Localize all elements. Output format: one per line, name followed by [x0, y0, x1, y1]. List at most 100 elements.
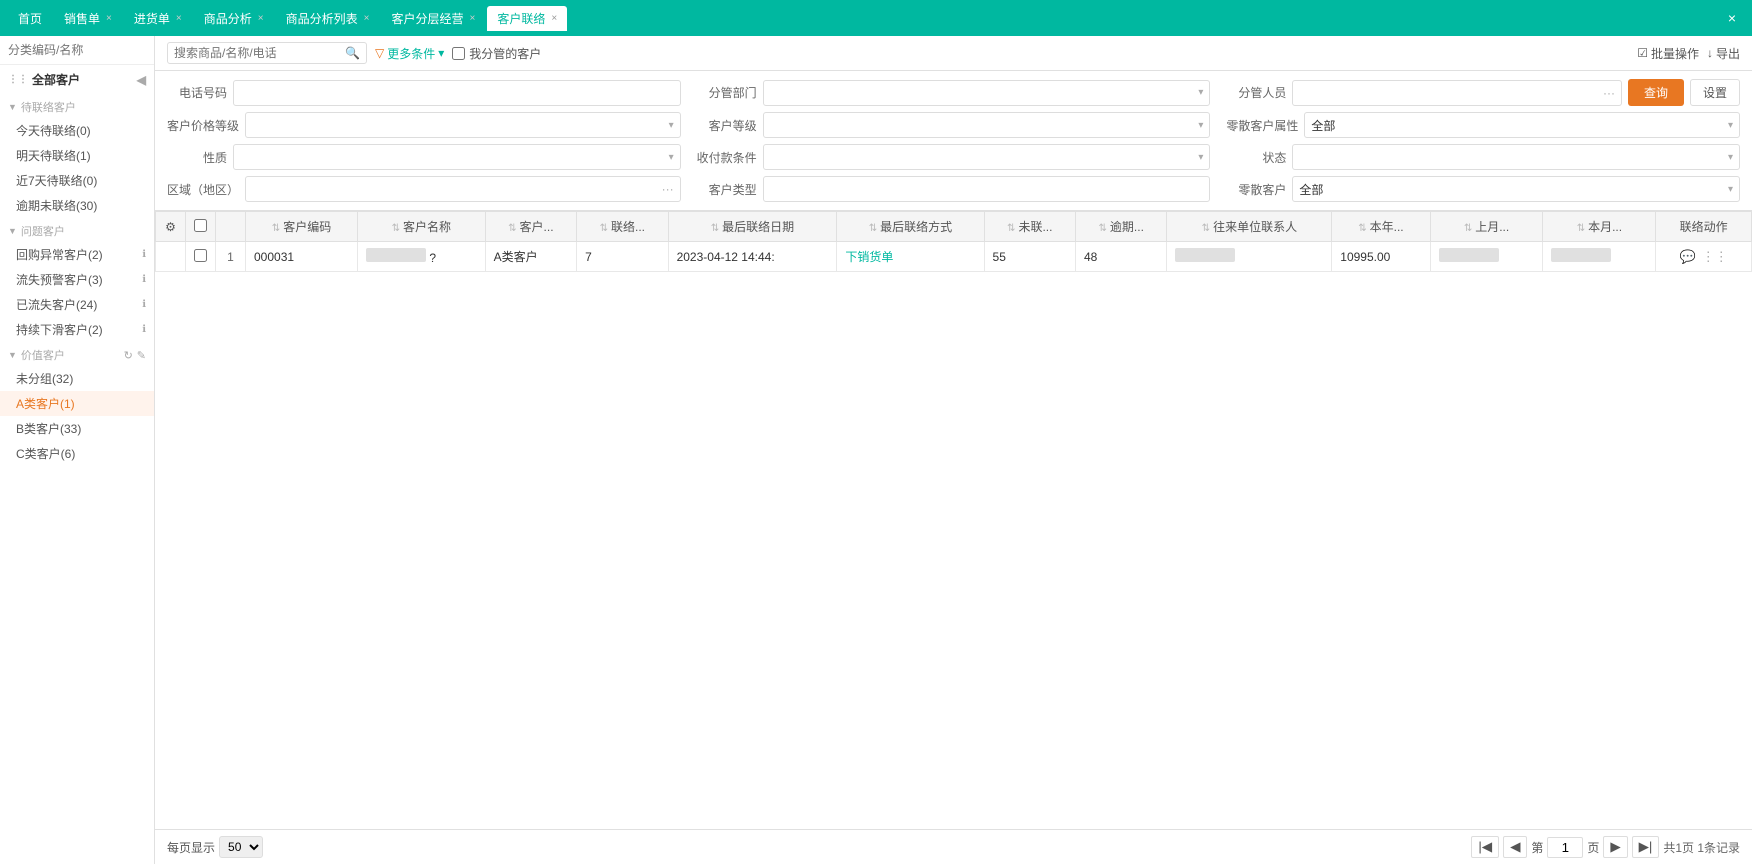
- sort-no-contact: ⇅: [1007, 223, 1015, 234]
- close-purchase-tab[interactable]: ×: [176, 13, 182, 24]
- query-button[interactable]: 查询: [1628, 79, 1684, 106]
- toolbar-search-icon[interactable]: 🔍: [345, 46, 360, 60]
- manager-dots: ···: [1603, 86, 1615, 100]
- next-page-button[interactable]: ▶: [1603, 836, 1627, 858]
- sidebar-item-overdue-contact[interactable]: 逾期未联络(30): [0, 193, 154, 218]
- sidebar: 🔍 ⋮⋮ 全部客户 ◀ ▼ 待联络客户 今天待联络(0) 明天待联络(1) 近7…: [0, 36, 155, 864]
- batch-operation-button[interactable]: ☑ 批量操作: [1637, 45, 1699, 62]
- retail-customer-chevron: ▾: [1728, 184, 1733, 195]
- row-action-more[interactable]: ⋮⋮: [1702, 249, 1728, 265]
- col-last-month[interactable]: ⇅上月...: [1430, 212, 1543, 242]
- retail-attr-chevron: ▾: [1728, 120, 1733, 131]
- prev-page-button[interactable]: ◀: [1503, 836, 1527, 858]
- per-page-select[interactable]: 50: [219, 836, 263, 858]
- sidebar-item-class-a[interactable]: A类客户(1): [0, 391, 154, 416]
- col-unit-contact[interactable]: ⇅往来单位联系人: [1167, 212, 1332, 242]
- refresh-icon[interactable]: ↻: [124, 349, 133, 362]
- top-close-button[interactable]: ×: [1720, 10, 1744, 26]
- nav-tab-sales[interactable]: 销售单 ×: [54, 6, 122, 31]
- nav-tab-purchase[interactable]: 进货单 ×: [124, 6, 192, 31]
- col-settings[interactable]: ⚙: [156, 212, 186, 242]
- sidebar-item-7days-contact[interactable]: 近7天待联络(0): [0, 168, 154, 193]
- filter-input-manager[interactable]: ···: [1292, 80, 1622, 106]
- filter-more-button[interactable]: ▽ 更多条件 ▾: [375, 45, 444, 62]
- close-product-analysis-list-tab[interactable]: ×: [364, 13, 370, 24]
- top-navigation: 首页 销售单 × 进货单 × 商品分析 × 商品分析列表 × 客户分层经营 × …: [0, 0, 1752, 36]
- toolbar: 🔍 ▽ 更多条件 ▾ 我分管的客户 ☑ 批量操作 ↓ 导出: [155, 36, 1752, 71]
- group-problem-customers[interactable]: ▼ 问题客户: [0, 218, 154, 242]
- export-button[interactable]: ↓ 导出: [1707, 45, 1740, 62]
- main-layout: 🔍 ⋮⋮ 全部客户 ◀ ▼ 待联络客户 今天待联络(0) 明天待联络(1) 近7…: [0, 36, 1752, 864]
- table-row: 1 000031 ? A类客户 7 2023-04-12 14:44: 下销货单…: [156, 242, 1752, 272]
- row-select-checkbox[interactable]: [194, 249, 207, 262]
- page-label: 第: [1531, 839, 1543, 856]
- col-last-contact-date[interactable]: ⇅最后联络日期: [668, 212, 837, 242]
- settings-button[interactable]: 设置: [1690, 79, 1740, 106]
- sidebar-item-churned[interactable]: 已流失客户(24) ℹ: [0, 292, 154, 317]
- last-method-link[interactable]: 下销货单: [845, 250, 893, 264]
- page-number-input[interactable]: [1547, 837, 1583, 858]
- close-customer-layer-tab[interactable]: ×: [469, 13, 475, 24]
- first-page-button[interactable]: |◀: [1471, 836, 1499, 858]
- sidebar-item-class-c[interactable]: C类客户(6): [0, 441, 154, 466]
- sidebar-item-class-b[interactable]: B类客户(33): [0, 416, 154, 441]
- filter-input-price-level[interactable]: ▾: [245, 112, 681, 138]
- row-checkbox[interactable]: [186, 242, 216, 272]
- col-this-year[interactable]: ⇅本年...: [1332, 212, 1430, 242]
- sidebar-item-churn-warning[interactable]: 流失预警客户(3) ℹ: [0, 267, 154, 292]
- col-overdue[interactable]: ⇅逾期...: [1076, 212, 1167, 242]
- sidebar-collapse-button[interactable]: ◀: [137, 73, 146, 87]
- filter-input-customer-type[interactable]: [763, 176, 1211, 202]
- row-code: 000031: [246, 242, 358, 272]
- group-pending-contact[interactable]: ▼ 待联络客户: [0, 94, 154, 118]
- col-customer-code[interactable]: ⇅客户编码: [246, 212, 358, 242]
- nav-home[interactable]: 首页: [8, 6, 52, 31]
- filter-field-phone: 电话号码: [167, 80, 681, 106]
- group-value-customers[interactable]: ▼ 价值客户 ↻ ✎: [0, 342, 154, 366]
- row-last-method[interactable]: 下销货单: [837, 242, 984, 272]
- total-info: 共1页 1条记录: [1663, 839, 1740, 856]
- edit-group-icon[interactable]: ✎: [137, 349, 146, 362]
- filter-input-status[interactable]: ▾: [1292, 144, 1740, 170]
- row-settings: [156, 242, 186, 272]
- filter-input-payment[interactable]: ▾: [763, 144, 1211, 170]
- sidebar-search-input[interactable]: [8, 43, 155, 57]
- close-sales-tab[interactable]: ×: [106, 13, 112, 24]
- sidebar-item-tomorrow-contact[interactable]: 明天待联络(1): [0, 143, 154, 168]
- filter-input-nature[interactable]: ▾: [233, 144, 681, 170]
- last-page-button[interactable]: ▶|: [1632, 836, 1660, 858]
- filter-input-customer-level[interactable]: ▾: [763, 112, 1211, 138]
- nav-tab-product-analysis-list[interactable]: 商品分析列表 ×: [276, 6, 380, 31]
- col-checkbox[interactable]: [186, 212, 216, 242]
- sidebar-item-ungrouped[interactable]: 未分组(32): [0, 366, 154, 391]
- col-no-contact[interactable]: ⇅未联...: [984, 212, 1075, 242]
- filter-field-dept: 分管部门 ▾: [697, 80, 1211, 106]
- toolbar-search-input[interactable]: [174, 46, 341, 60]
- col-customer-name[interactable]: ⇅客户名称: [358, 212, 486, 242]
- per-page-container: 每页显示 50: [167, 836, 263, 858]
- sidebar-item-declining[interactable]: 持续下滑客户(2) ℹ: [0, 317, 154, 342]
- col-last-contact-method[interactable]: ⇅最后联络方式: [837, 212, 984, 242]
- sidebar-item-today-contact[interactable]: 今天待联络(0): [0, 118, 154, 143]
- nav-tab-product-analysis[interactable]: 商品分析 ×: [194, 6, 274, 31]
- close-product-analysis-tab[interactable]: ×: [258, 13, 264, 24]
- col-contact-count[interactable]: ⇅联络...: [577, 212, 668, 242]
- row-action-comment[interactable]: 💬: [1680, 249, 1696, 265]
- filter-input-region[interactable]: ···: [245, 176, 681, 202]
- toolbar-search-container[interactable]: 🔍: [167, 42, 367, 64]
- sidebar-item-repurchase-abnormal[interactable]: 回购异常客户(2) ℹ: [0, 242, 154, 267]
- col-this-month[interactable]: ⇅本月...: [1543, 212, 1656, 242]
- filter-input-retail-attr[interactable]: 全部 ▾: [1304, 112, 1740, 138]
- nav-tab-customer-contact[interactable]: 客户联络 ×: [487, 6, 567, 31]
- col-customer-type[interactable]: ⇅客户...: [485, 212, 576, 242]
- select-all-checkbox[interactable]: [194, 219, 207, 232]
- my-customers-check[interactable]: [452, 47, 465, 60]
- filter-input-phone[interactable]: [233, 80, 681, 106]
- my-customers-checkbox[interactable]: 我分管的客户: [452, 45, 541, 62]
- nav-tab-customer-layer[interactable]: 客户分层经营 ×: [381, 6, 485, 31]
- close-customer-contact-tab[interactable]: ×: [551, 13, 557, 24]
- sort-method: ⇅: [869, 223, 877, 234]
- filter-input-dept[interactable]: ▾: [763, 80, 1211, 106]
- filter-input-retail-customer[interactable]: 全部 ▾: [1292, 176, 1740, 202]
- all-customers-header[interactable]: ⋮⋮ 全部客户 ◀: [0, 65, 154, 94]
